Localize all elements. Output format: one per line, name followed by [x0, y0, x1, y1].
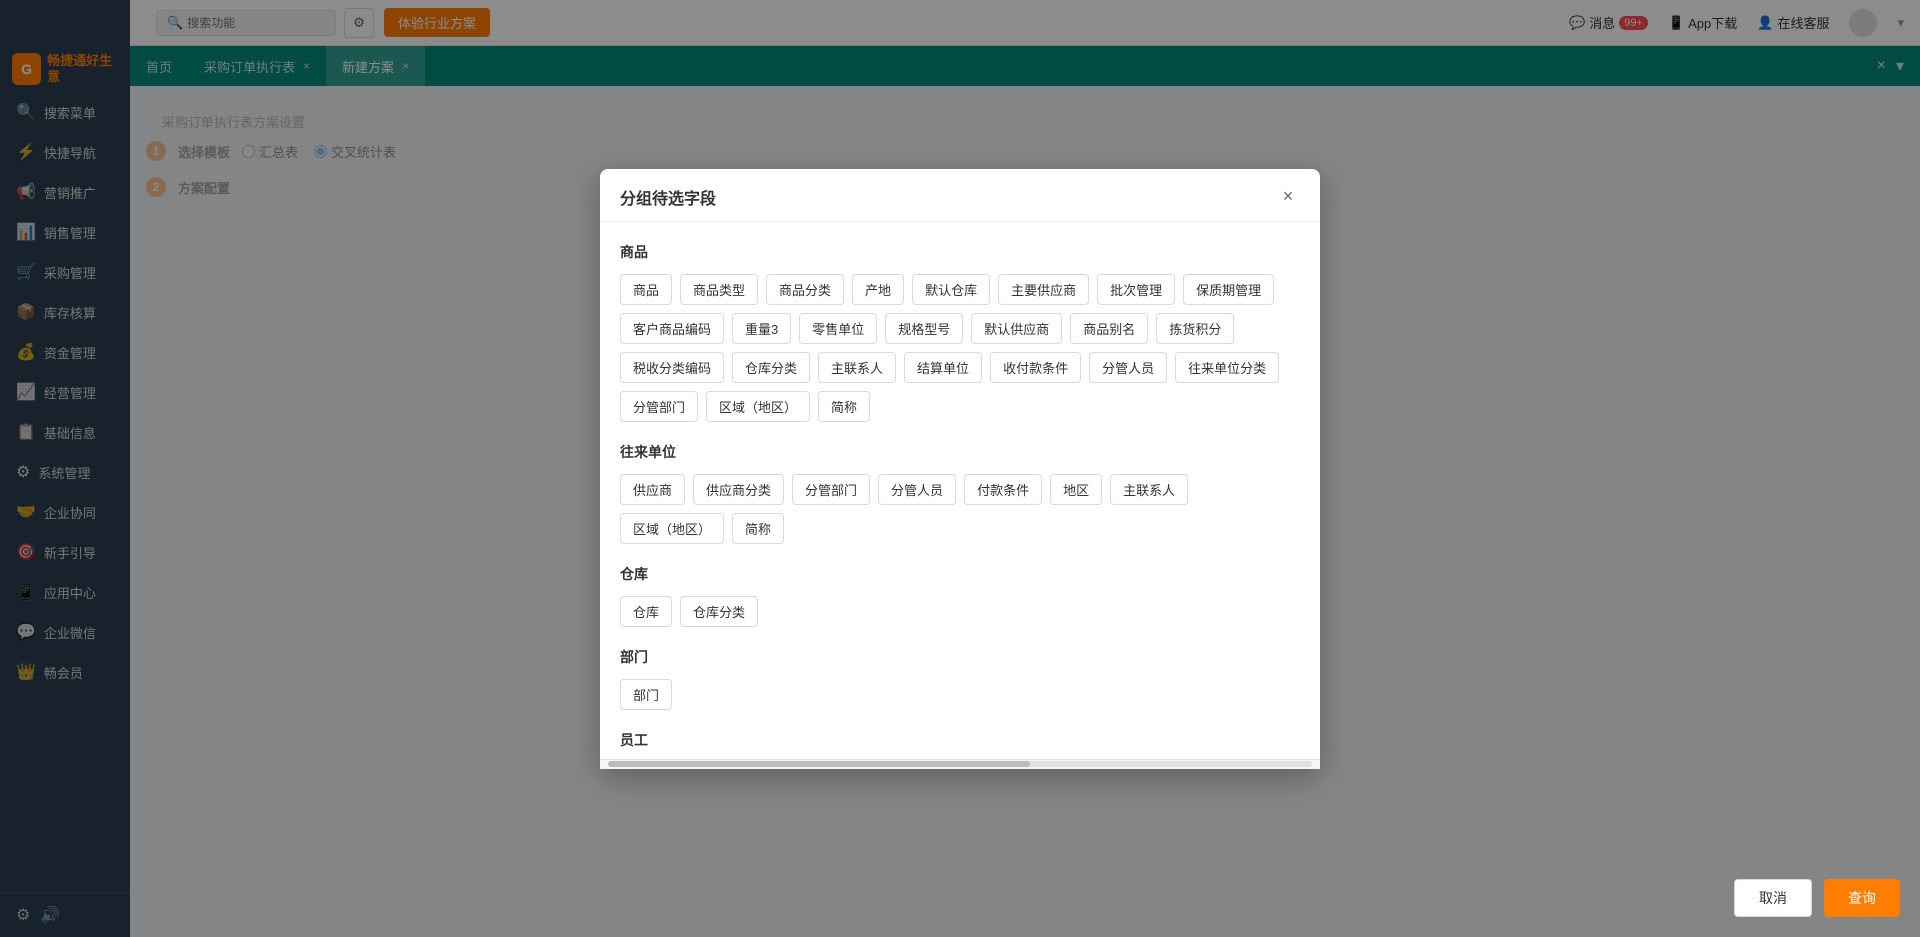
field-tag[interactable]: 部门	[620, 679, 672, 710]
field-tag[interactable]: 规格型号	[885, 313, 963, 344]
cancel-button[interactable]: 取消	[1734, 879, 1812, 917]
field-tag[interactable]: 默认仓库	[912, 274, 990, 305]
field-tag[interactable]: 商品	[620, 274, 672, 305]
section-title-warehouse: 仓库	[620, 564, 1300, 584]
field-tag[interactable]: 简称	[818, 391, 870, 422]
field-tag[interactable]: 重量3	[732, 313, 791, 344]
field-tag[interactable]: 商品别名	[1070, 313, 1148, 344]
field-tag[interactable]: 分管人员	[1089, 352, 1167, 383]
field-tag[interactable]: 税收分类编码	[620, 352, 724, 383]
modal-overlay: 分组待选字段 × 商品 商品商品类型商品分类产地默认仓库主要供应商批次管理保质期…	[0, 0, 1920, 937]
field-tag[interactable]: 主联系人	[818, 352, 896, 383]
field-tag[interactable]: 供应商	[620, 474, 685, 505]
field-grid-partner: 供应商供应商分类分管部门分管人员付款条件地区主联系人区域（地区） 简称	[620, 474, 1300, 544]
modal-scrollbar-bottom[interactable]	[600, 759, 1320, 769]
field-tag[interactable]: 批次管理	[1097, 274, 1175, 305]
bottom-actions: 取消 查询	[1734, 879, 1900, 917]
field-tag[interactable]: 仓库	[620, 596, 672, 627]
modal: 分组待选字段 × 商品 商品商品类型商品分类产地默认仓库主要供应商批次管理保质期…	[600, 169, 1320, 769]
field-tag[interactable]: 区域（地区）	[620, 513, 724, 544]
field-tag[interactable]: 往来单位分类	[1175, 352, 1279, 383]
field-tag[interactable]: 收付款条件	[990, 352, 1081, 383]
section-title-goods: 商品	[620, 242, 1300, 262]
section-title-staff: 员工	[620, 730, 1300, 750]
field-tag[interactable]: 分管部门	[792, 474, 870, 505]
field-tag[interactable]: 分管部门	[620, 391, 698, 422]
field-tag[interactable]: 结算单位	[904, 352, 982, 383]
field-tag[interactable]: 地区	[1050, 474, 1102, 505]
modal-header: 分组待选字段 ×	[600, 169, 1320, 222]
field-tag[interactable]: 客户商品编码	[620, 313, 724, 344]
section-title-partner: 往来单位	[620, 442, 1300, 462]
confirm-button[interactable]: 查询	[1824, 879, 1900, 917]
field-tag[interactable]: 区域（地区）	[706, 391, 810, 422]
scroll-track	[608, 761, 1312, 767]
field-tag[interactable]: 主联系人	[1110, 474, 1188, 505]
field-tag[interactable]: 零售单位	[799, 313, 877, 344]
field-tag[interactable]: 产地	[852, 274, 904, 305]
modal-title: 分组待选字段	[620, 185, 716, 209]
field-grid-dept: 部门	[620, 679, 1300, 710]
field-tag[interactable]: 默认供应商	[971, 313, 1062, 344]
field-tag[interactable]: 商品分类	[766, 274, 844, 305]
field-tag[interactable]: 商品类型	[680, 274, 758, 305]
field-tag[interactable]: 分管人员	[878, 474, 956, 505]
scroll-thumb	[608, 761, 1030, 767]
field-tag[interactable]: 简称	[732, 513, 784, 544]
section-title-dept: 部门	[620, 647, 1300, 667]
field-tag[interactable]: 保质期管理	[1183, 274, 1274, 305]
field-tag[interactable]: 拣货积分	[1156, 313, 1234, 344]
modal-close-button[interactable]: ×	[1276, 185, 1300, 209]
field-grid-warehouse: 仓库仓库分类	[620, 596, 1300, 627]
modal-body: 商品 商品商品类型商品分类产地默认仓库主要供应商批次管理保质期管理客户商品编码重…	[600, 222, 1320, 759]
field-grid-goods: 商品商品类型商品分类产地默认仓库主要供应商批次管理保质期管理客户商品编码重量3 零…	[620, 274, 1300, 422]
field-tag[interactable]: 主要供应商	[998, 274, 1089, 305]
field-tag[interactable]: 付款条件	[964, 474, 1042, 505]
field-tag[interactable]: 供应商分类	[693, 474, 784, 505]
field-tag[interactable]: 仓库分类	[732, 352, 810, 383]
field-tag[interactable]: 仓库分类	[680, 596, 758, 627]
